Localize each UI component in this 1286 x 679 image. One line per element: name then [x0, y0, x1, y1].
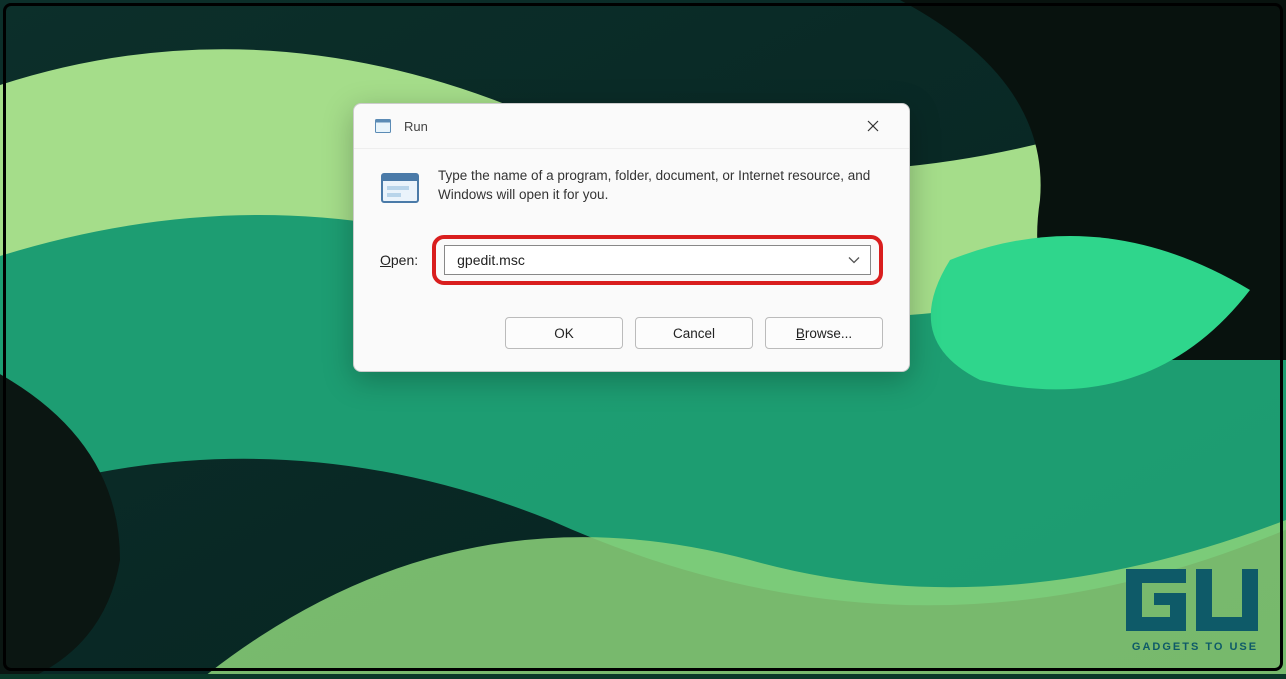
open-combobox[interactable]	[444, 245, 871, 275]
close-button[interactable]	[853, 111, 893, 141]
browse-button[interactable]: Browse...	[765, 317, 883, 349]
open-input[interactable]	[457, 252, 842, 268]
svg-text:GADGETS TO USE: GADGETS TO USE	[1132, 641, 1258, 653]
chevron-down-icon[interactable]	[842, 256, 866, 264]
button-row: OK Cancel Browse...	[354, 317, 909, 371]
input-highlight-annotation	[432, 235, 883, 285]
ok-button[interactable]: OK	[505, 317, 623, 349]
cancel-button[interactable]: Cancel	[635, 317, 753, 349]
dialog-body: Type the name of a program, folder, docu…	[354, 148, 909, 317]
info-text: Type the name of a program, folder, docu…	[438, 167, 883, 205]
run-window-icon	[374, 117, 392, 135]
open-label: Open:	[380, 252, 418, 268]
dialog-title: Run	[404, 119, 853, 134]
run-icon	[380, 169, 420, 209]
run-dialog: Run Type the name of a program, folder, …	[353, 103, 910, 372]
titlebar[interactable]: Run	[354, 104, 909, 148]
watermark: GADGETS TO USE	[1120, 565, 1270, 660]
